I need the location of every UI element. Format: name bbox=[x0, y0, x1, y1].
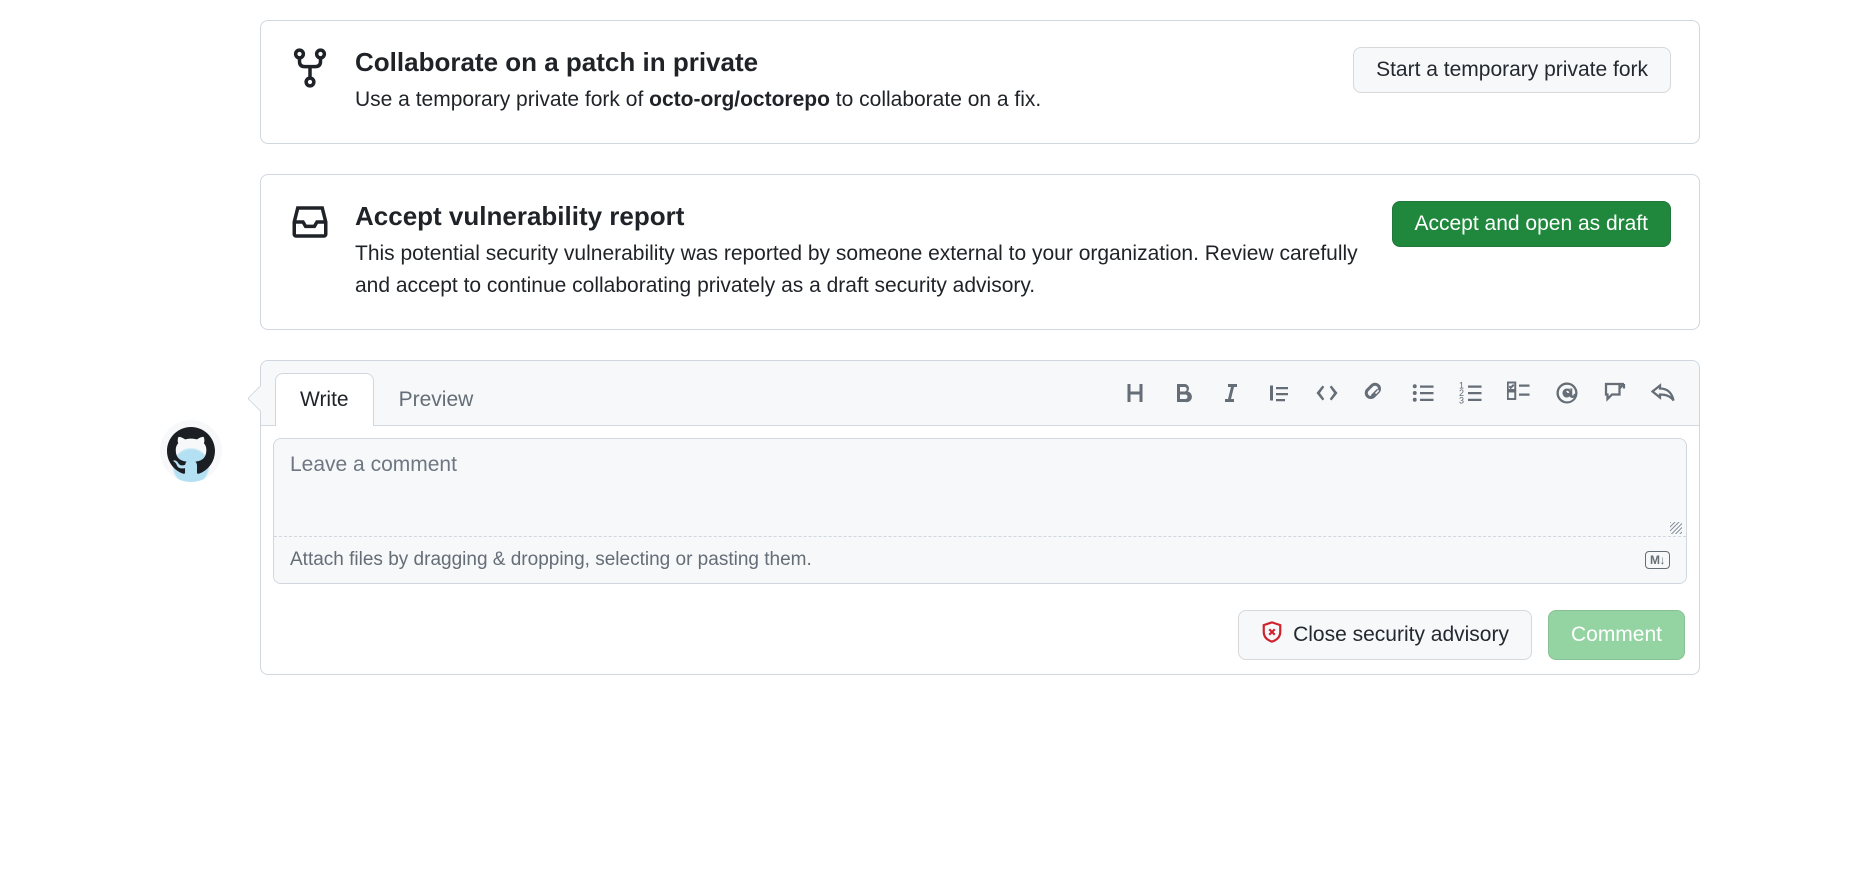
accept-title: Accept vulnerability report bbox=[355, 201, 1368, 232]
reply-icon[interactable] bbox=[1649, 379, 1677, 407]
italic-icon[interactable] bbox=[1217, 379, 1245, 407]
close-advisory-button[interactable]: Close security advisory bbox=[1238, 610, 1532, 660]
avatar bbox=[160, 420, 222, 482]
task-list-icon[interactable] bbox=[1505, 379, 1533, 407]
svg-text:3: 3 bbox=[1459, 395, 1464, 405]
accept-desc: This potential security vulnerability wa… bbox=[355, 238, 1368, 303]
link-icon[interactable] bbox=[1361, 379, 1389, 407]
comment-textarea[interactable] bbox=[274, 439, 1686, 531]
cross-reference-icon[interactable] bbox=[1601, 379, 1629, 407]
comment-box: Write Preview 123 bbox=[260, 360, 1700, 675]
tab-write[interactable]: Write bbox=[275, 373, 374, 426]
shield-x-icon bbox=[1261, 621, 1283, 649]
markdown-toolbar: 123 bbox=[1113, 367, 1685, 419]
collaborate-panel: Collaborate on a patch in private Use a … bbox=[260, 20, 1700, 144]
heading-icon[interactable] bbox=[1121, 379, 1149, 407]
tab-preview[interactable]: Preview bbox=[374, 373, 499, 426]
quote-icon[interactable] bbox=[1265, 379, 1293, 407]
inbox-icon bbox=[289, 201, 331, 248]
collaborate-title: Collaborate on a patch in private bbox=[355, 47, 1329, 78]
attach-files-row[interactable]: Attach files by dragging & dropping, sel… bbox=[274, 536, 1686, 583]
unordered-list-icon[interactable] bbox=[1409, 379, 1437, 407]
comment-button[interactable]: Comment bbox=[1548, 610, 1685, 660]
start-fork-button[interactable]: Start a temporary private fork bbox=[1353, 47, 1671, 93]
ordered-list-icon[interactable]: 123 bbox=[1457, 379, 1485, 407]
mention-icon[interactable] bbox=[1553, 379, 1581, 407]
accept-draft-button[interactable]: Accept and open as draft bbox=[1392, 201, 1672, 247]
bold-icon[interactable] bbox=[1169, 379, 1197, 407]
code-icon[interactable] bbox=[1313, 379, 1341, 407]
accept-panel: Accept vulnerability report This potenti… bbox=[260, 174, 1700, 330]
attach-hint: Attach files by dragging & dropping, sel… bbox=[290, 549, 812, 571]
fork-icon bbox=[289, 47, 331, 94]
markdown-badge-icon[interactable]: M↓ bbox=[1645, 551, 1670, 569]
collaborate-desc: Use a temporary private fork of octo-org… bbox=[355, 84, 1329, 117]
